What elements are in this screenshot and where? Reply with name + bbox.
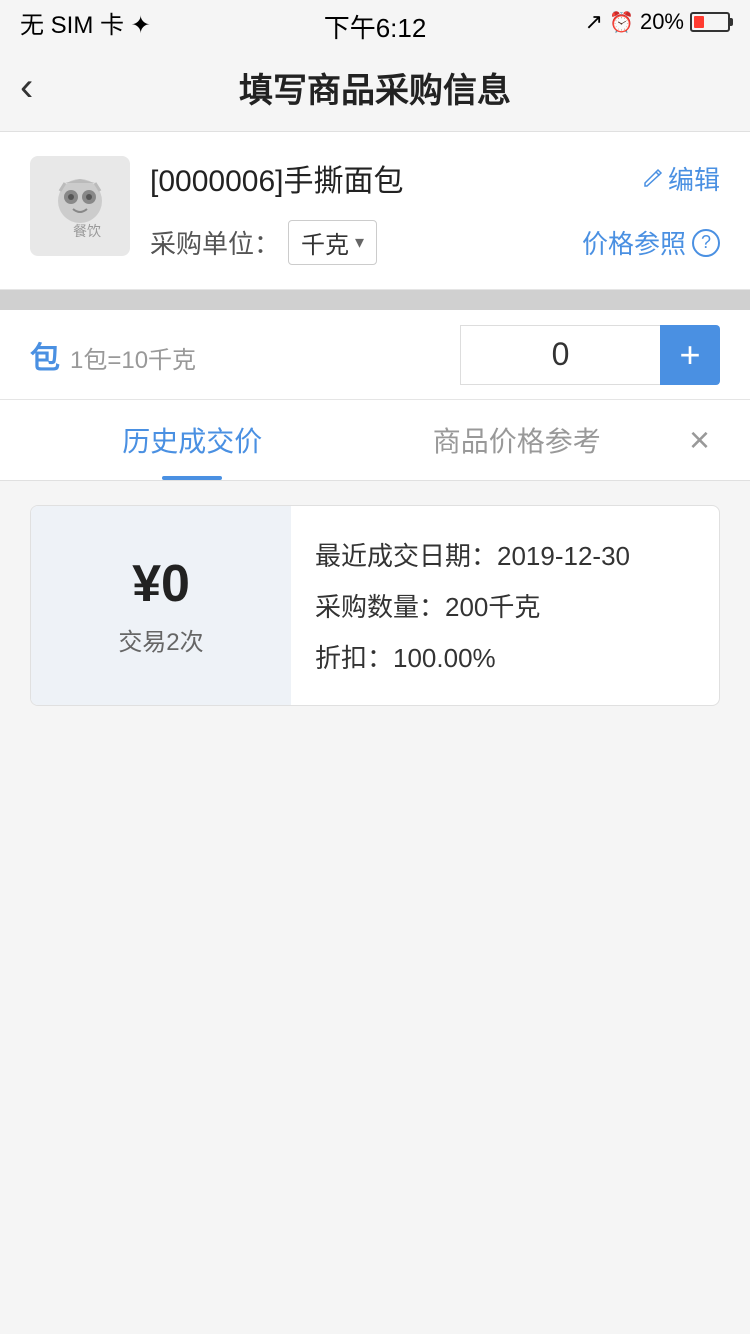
battery-percent: 20% [640, 9, 684, 35]
quantity-section: 包 1包=10千克 0 + [0, 310, 750, 400]
edit-label: 编辑 [668, 160, 720, 197]
price-display: ¥0 [132, 554, 190, 614]
discount-value: 100.00% [393, 643, 496, 673]
product-name: [0000006]手撕面包 [150, 156, 403, 200]
status-time: 下午6:12 [324, 8, 427, 45]
latest-date-row: 最近成交日期：2019-12-30 [315, 536, 695, 573]
product-thumb-icon: 餐饮 [45, 171, 115, 241]
product-thumbnail: 餐饮 [30, 156, 130, 256]
tab-product-price-ref-label: 商品价格参考 [433, 420, 601, 460]
price-ref-link[interactable]: 价格参照 ? [582, 224, 720, 261]
purchase-unit-group: 采购单位： 千克 ▾ [150, 220, 377, 265]
tab-active-underline [162, 476, 222, 480]
help-icon: ? [692, 229, 720, 257]
purchase-unit-label: 采购单位： [150, 224, 280, 261]
quantity-unit: 包 [30, 333, 60, 377]
location-icon: ↗ [585, 9, 603, 35]
battery-indicator [690, 12, 730, 32]
quantity-conversion: 1包=10千克 [70, 340, 196, 375]
battery-fill [694, 16, 704, 28]
tab-history-price[interactable]: 历史成交价 [30, 400, 354, 480]
tab-history-price-label: 历史成交价 [122, 420, 262, 460]
card-section: ¥0 交易2次 最近成交日期：2019-12-30 采购数量：200千克 折扣：… [0, 481, 750, 730]
price-ref-label: 价格参照 [582, 224, 686, 261]
history-card: ¥0 交易2次 最近成交日期：2019-12-30 采购数量：200千克 折扣：… [30, 505, 720, 706]
edit-icon [642, 167, 664, 189]
product-name-row: [0000006]手撕面包 编辑 [150, 156, 720, 200]
header: ‹ 填写商品采购信息 [0, 44, 750, 132]
status-bar: 无 SIM 卡 ✦ 下午6:12 ↗ ⏰ 20% [0, 0, 750, 44]
purchase-qty-label: 采购数量： [315, 592, 445, 622]
card-right-details: 最近成交日期：2019-12-30 采购数量：200千克 折扣：100.00% [291, 506, 719, 705]
tab-product-price-ref[interactable]: 商品价格参考 [354, 400, 678, 480]
section-divider [0, 290, 750, 310]
alarm-icon: ⏰ [609, 10, 634, 35]
product-row: 餐饮 [0000006]手撕面包 编辑 采购单位： 千克 [30, 156, 720, 265]
purchase-row: 采购单位： 千克 ▾ 价格参照 ? [150, 220, 720, 265]
status-right: ↗ ⏰ 20% [585, 9, 730, 35]
status-left: 无 SIM 卡 ✦ [20, 5, 151, 40]
card-left-price: ¥0 交易2次 [31, 506, 291, 705]
tabs-row: 历史成交价 商品价格参考 × [0, 400, 750, 480]
edit-link[interactable]: 编辑 [642, 160, 720, 197]
tabs-close-button[interactable]: × [679, 419, 720, 461]
discount-label: 折扣： [315, 643, 393, 673]
quantity-input[interactable]: 0 [460, 325, 660, 385]
tabs-section: 历史成交价 商品价格参考 × [0, 400, 750, 481]
product-section: 餐饮 [0000006]手撕面包 编辑 采购单位： 千克 [0, 132, 750, 290]
unit-selector[interactable]: 千克 ▾ [288, 220, 377, 265]
quantity-label-group: 包 1包=10千克 [30, 333, 196, 377]
purchase-qty-row: 采购数量：200千克 [315, 587, 695, 624]
product-info: [0000006]手撕面包 编辑 采购单位： 千克 ▾ [150, 156, 720, 265]
discount-row: 折扣：100.00% [315, 638, 695, 675]
dropdown-arrow-icon: ▾ [355, 232, 364, 253]
quantity-input-group: 0 + [460, 325, 720, 385]
latest-date-value: 2019-12-30 [497, 541, 630, 571]
page-title: 填写商品采购信息 [239, 63, 511, 112]
trade-count: 交易2次 [118, 622, 203, 657]
no-sim-text: 无 SIM 卡 ✦ [20, 5, 151, 40]
latest-date-label: 最近成交日期： [315, 541, 497, 571]
svg-text:餐饮: 餐饮 [73, 223, 101, 239]
back-button[interactable]: ‹ [20, 65, 33, 110]
unit-value: 千克 [301, 225, 349, 260]
quantity-plus-button[interactable]: + [660, 325, 720, 385]
purchase-qty-value: 200千克 [445, 592, 540, 622]
